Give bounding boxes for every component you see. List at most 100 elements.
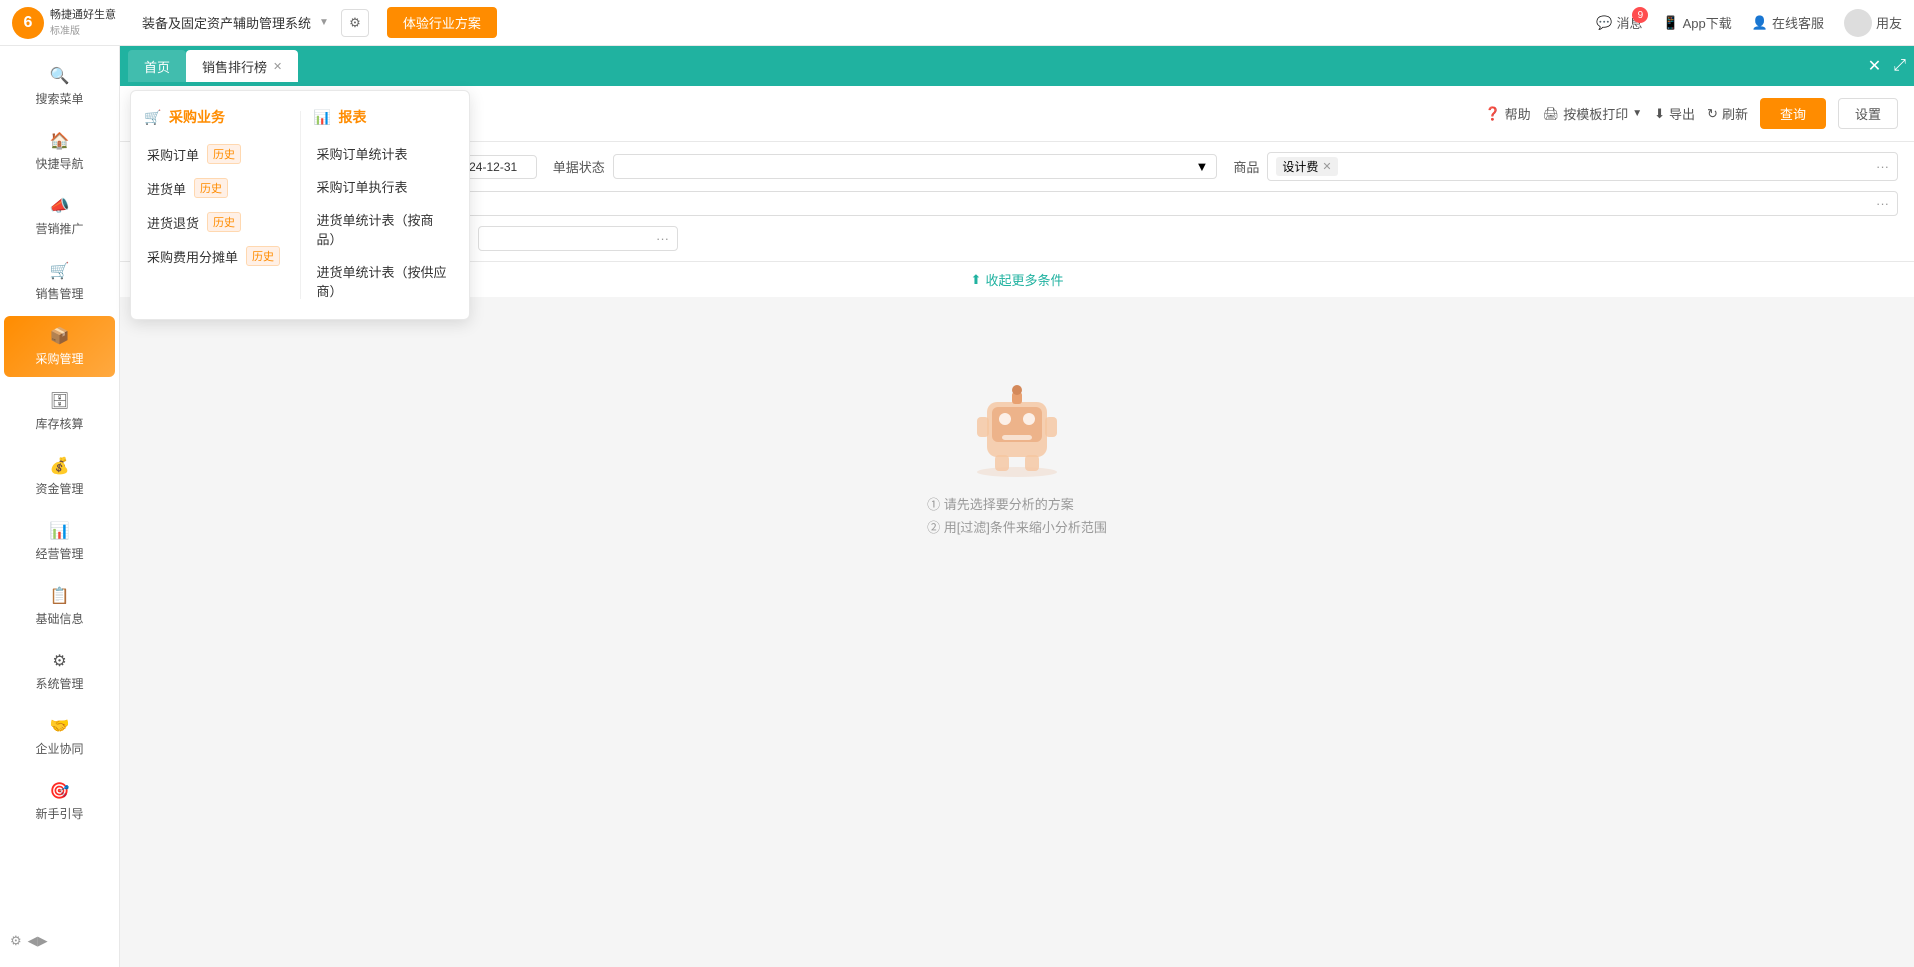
report-section-title: 📊 报表 <box>313 103 458 137</box>
refresh-action[interactable]: ↻ 刷新 <box>1707 104 1748 123</box>
export-icon: ⬇ <box>1654 106 1665 122</box>
tab-home[interactable]: 首页 <box>128 50 186 82</box>
purchase-section-icon: 🛒 <box>143 107 163 127</box>
empty-robot-svg <box>957 377 1077 477</box>
menu-item-purchase-order-exec[interactable]: 采购订单执行表 <box>313 170 458 203</box>
sidebar-item-sales[interactable]: 🛒 销售管理 <box>4 251 115 312</box>
sidebar-item-basic-info[interactable]: 📋 基础信息 <box>4 576 115 637</box>
message-icon: 💬 <box>1596 15 1612 31</box>
empty-illustration <box>957 377 1077 477</box>
settings-button[interactable]: 设置 <box>1838 98 1898 129</box>
sidebar-label-basic-info: 基础信息 <box>35 610 83 627</box>
menu-item-goods-receipt[interactable]: 进货单 历史 <box>143 171 288 205</box>
tab-sales-rank[interactable]: 销售排行榜 ✕ <box>186 50 298 82</box>
refresh-label: 刷新 <box>1722 104 1748 123</box>
sidebar-item-cooperation[interactable]: 🤝 企业协同 <box>4 706 115 767</box>
history-badge-1[interactable]: 历史 <box>207 144 241 164</box>
report-section-icon: 📊 <box>313 107 333 127</box>
empty-state: 请先选择要分析的方案 用[过滤]条件来缩小分析范围 <box>120 297 1914 620</box>
finance-icon: 💰 <box>50 456 70 476</box>
help-icon: ❓ <box>1484 106 1500 122</box>
purchase-order-stats-label: 采购订单统计表 <box>317 144 408 163</box>
sidebar-item-system[interactable]: ⚙ 系统管理 <box>4 641 115 702</box>
service-icon: 👤 <box>1752 15 1768 31</box>
sidebar-label-system: 系统管理 <box>35 675 83 692</box>
phone-icon: 📱 <box>1662 15 1678 31</box>
user-action[interactable]: 用友 <box>1844 9 1902 37</box>
history-badge-3[interactable]: 历史 <box>207 212 241 232</box>
empty-hint-2: 用[过滤]条件来缩小分析范围 <box>927 516 1107 539</box>
history-badge-2[interactable]: 历史 <box>194 178 228 198</box>
salesperson-more-icon[interactable]: ··· <box>1876 196 1889 211</box>
cooperation-icon: 🤝 <box>50 716 70 736</box>
goods-more-icon[interactable]: ··· <box>1876 159 1889 174</box>
content-area: 首页 销售排行榜 ✕ ✕ ⤢ ❓ 帮助 🖨 按模板打印 <box>120 46 1914 967</box>
help-label: 帮助 <box>1505 104 1531 123</box>
industry-btn[interactable]: 体验行业方案 <box>387 7 497 38</box>
print-icon: 🖨 <box>1543 106 1560 122</box>
print-action[interactable]: 🖨 按模板打印 ▼ <box>1543 104 1642 123</box>
system-icon: ⚙ <box>50 651 70 671</box>
goods-tag-close[interactable]: ✕ <box>1322 160 1331 173</box>
export-label: 导出 <box>1669 104 1695 123</box>
menu-item-purchase-expense[interactable]: 采购费用分摊单 历史 <box>143 239 288 273</box>
doc-status-arrow-icon: ▼ <box>1196 159 1209 174</box>
online-service-action[interactable]: 👤 在线客服 <box>1752 13 1824 32</box>
goods-tag: 设计费 ✕ <box>1276 157 1337 176</box>
goods-receipt-stats-goods-label: 进货单统计表（按商品） <box>317 210 454 248</box>
export-action[interactable]: ⬇ 导出 <box>1654 104 1695 123</box>
help-action[interactable]: ❓ 帮助 <box>1484 104 1530 123</box>
tab-close-icon[interactable]: ✕ <box>273 60 282 73</box>
purchase-dropdown-menu: 🛒 采购业务 采购订单 历史 进货单 历史 进货退货 历史 采购费用分摊单 <box>130 90 470 320</box>
empty-hint-1: 请先选择要分析的方案 <box>927 493 1107 516</box>
dropdown-arrow-icon[interactable]: ▼ <box>319 17 329 28</box>
sidebar-item-finance[interactable]: 💰 资金管理 <box>4 446 115 507</box>
customer-select[interactable]: ··· <box>478 226 678 251</box>
menu-item-goods-return[interactable]: 进货退货 历史 <box>143 205 288 239</box>
message-action[interactable]: 💬 消息 9 <box>1596 13 1642 32</box>
home-icon: 🏠 <box>50 131 70 151</box>
header-right: 💬 消息 9 📱 App下载 👤 在线客服 用友 <box>1596 9 1902 37</box>
query-button[interactable]: 查询 <box>1760 98 1826 129</box>
sidebar-collapse-btn[interactable]: ◀▶ <box>28 933 48 949</box>
doc-status-select[interactable]: ▼ <box>613 154 1218 179</box>
salesperson-filter: 业务员 ··· <box>372 191 1898 216</box>
sidebar-item-operation[interactable]: 📊 经营管理 <box>4 511 115 572</box>
app-download-action[interactable]: 📱 App下载 <box>1662 13 1731 32</box>
sidebar-item-guide[interactable]: 🎯 新手引导 <box>4 771 115 832</box>
close-window-icon[interactable]: ✕ <box>1868 56 1881 76</box>
sidebar-item-inventory[interactable]: 🗄 库存核算 <box>4 381 115 442</box>
sidebar-item-marketing[interactable]: 📣 营销推广 <box>4 186 115 247</box>
history-badge-4[interactable]: 历史 <box>246 246 280 266</box>
basic-info-icon: 📋 <box>50 586 70 606</box>
top-header: 6 畅捷通好生意 标准版 装备及固定资产辅助管理系统 ▼ ⚙ 体验行业方案 💬 … <box>0 0 1914 46</box>
menu-item-purchase-order[interactable]: 采购订单 历史 <box>143 137 288 171</box>
marketing-icon: 📣 <box>50 196 70 216</box>
menu-item-goods-receipt-stats-supplier[interactable]: 进货单统计表（按供应商） <box>313 255 458 307</box>
sidebar-label-inventory: 库存核算 <box>35 415 83 432</box>
customer-more-icon[interactable]: ··· <box>656 231 669 246</box>
goods-label: 商品 <box>1233 157 1259 176</box>
sidebar-item-search[interactable]: 🔍 搜索菜单 <box>4 56 115 117</box>
settings-icon-btn[interactable]: ⚙ <box>341 9 369 37</box>
salesperson-select[interactable]: ··· <box>419 191 1898 216</box>
purchase-section-title: 🛒 采购业务 <box>143 103 288 137</box>
sidebar-label-cooperation: 企业协同 <box>35 740 83 757</box>
doc-status-label: 单据状态 <box>553 157 605 176</box>
logo-icon: 6 <box>12 7 44 39</box>
sidebar-settings-btn[interactable]: ⚙ <box>10 933 22 949</box>
empty-text-list: 请先选择要分析的方案 用[过滤]条件来缩小分析范围 <box>927 493 1107 540</box>
menu-item-goods-receipt-stats-goods[interactable]: 进货单统计表（按商品） <box>313 203 458 255</box>
collapse-up-icon: ⬆ <box>971 272 982 288</box>
home-tab-label: 首页 <box>144 57 170 76</box>
maximize-icon[interactable]: ⤢ <box>1893 57 1906 75</box>
goods-receipt-stats-supplier-label: 进货单统计表（按供应商） <box>317 262 454 300</box>
sidebar-item-quick-nav[interactable]: 🏠 快捷导航 <box>4 121 115 182</box>
collapse-label: 收起更多条件 <box>985 270 1063 289</box>
report-menu-section: 📊 报表 采购订单统计表 采购订单执行表 进货单统计表（按商品） 进货单统计表（… <box>301 103 470 307</box>
system-title: 装备及固定资产辅助管理系统 <box>142 13 311 32</box>
sidebar-item-purchase[interactable]: 📦 采购管理 <box>4 316 115 377</box>
menu-item-purchase-order-stats[interactable]: 采购订单统计表 <box>313 137 458 170</box>
goods-select[interactable]: 设计费 ✕ ··· <box>1267 152 1898 181</box>
refresh-icon: ↻ <box>1707 106 1718 122</box>
